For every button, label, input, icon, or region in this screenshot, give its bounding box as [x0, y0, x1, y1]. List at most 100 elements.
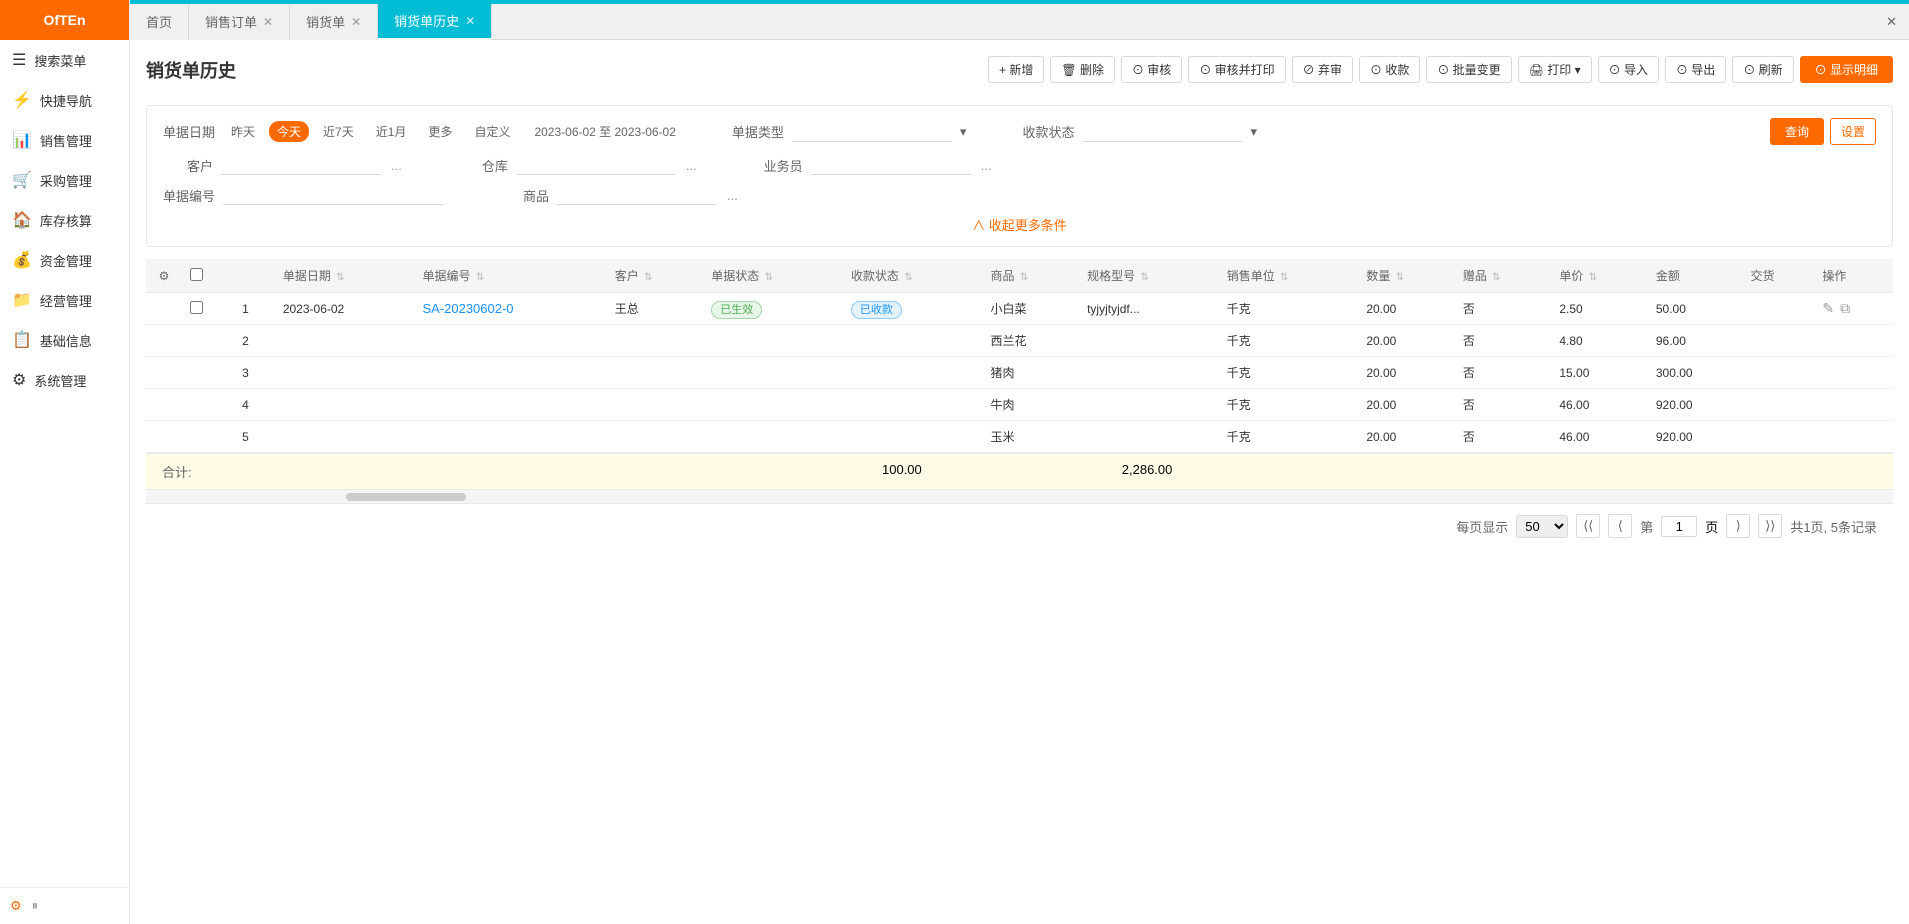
col-spec[interactable]: 规格型号 ⇅: [1079, 259, 1219, 293]
sidebar-item-finance[interactable]: 💰 资金管理: [0, 240, 129, 280]
cell-doc-no[interactable]: [414, 421, 606, 453]
cell-checkbox[interactable]: [182, 357, 234, 389]
cell-checkbox[interactable]: [182, 389, 234, 421]
import-button[interactable]: ⊙ 导入: [1598, 56, 1659, 83]
abandon-button[interactable]: ⊘ 弃审: [1292, 56, 1353, 83]
date-tag-1month[interactable]: 近1月: [368, 121, 415, 142]
tab-sales-delivery[interactable]: 销货单 ✕: [290, 4, 378, 40]
warehouse-dots[interactable]: ...: [686, 158, 697, 173]
tab-home[interactable]: 首页: [130, 4, 189, 40]
date-tag-more[interactable]: 更多: [420, 121, 460, 142]
sidebar-item-label: 经营管理: [40, 291, 92, 310]
col-doc-date[interactable]: 单据日期 ⇅: [275, 259, 415, 293]
per-page-select[interactable]: 50 100 200: [1516, 515, 1568, 538]
sidebar-item-inventory[interactable]: 🏠 库存核算: [0, 200, 129, 240]
cell-price: 46.00: [1551, 389, 1648, 421]
customer-input[interactable]: [221, 155, 381, 175]
collapse-filter-btn[interactable]: ∧ 收起更多条件: [163, 215, 1876, 234]
settings-button[interactable]: 设置: [1830, 118, 1876, 145]
col-price[interactable]: 单价 ⇅: [1551, 259, 1648, 293]
goods-dots[interactable]: ...: [727, 188, 738, 203]
salesperson-dots[interactable]: ...: [981, 158, 992, 173]
show-detail-button[interactable]: ⊙ 显示明细: [1800, 56, 1893, 83]
sidebar-item-search-menu[interactable]: ☰ 搜索菜单: [0, 40, 129, 80]
sidebar-item-basic-info[interactable]: 📋 基础信息: [0, 320, 129, 360]
goods-input[interactable]: [557, 185, 717, 205]
cell-checkbox[interactable]: [182, 325, 234, 357]
doc-no-input[interactable]: [223, 185, 443, 205]
col-doc-status[interactable]: 单据状态 ⇅: [703, 259, 843, 293]
cell-goods: 玉米: [983, 421, 1080, 453]
cell-index: 4: [234, 389, 275, 421]
copy-icon[interactable]: ⧉: [1840, 300, 1850, 317]
salesperson-input[interactable]: [811, 155, 971, 175]
sidebar-icon-1[interactable]: ⚙: [10, 898, 22, 914]
tab-sales-delivery-close[interactable]: ✕: [351, 15, 361, 29]
audit-button[interactable]: ⊙ 审核: [1121, 56, 1182, 83]
edit-icon[interactable]: ✎: [1822, 300, 1834, 317]
customer-dots[interactable]: ...: [391, 158, 402, 173]
horizontal-scrollbar[interactable]: [146, 489, 1893, 503]
col-gift[interactable]: 赠品 ⇅: [1455, 259, 1552, 293]
filter-warehouse: 仓库 ...: [458, 155, 697, 175]
prev-page-btn[interactable]: ⟨: [1608, 514, 1632, 538]
tab-sales-order[interactable]: 销售订单 ✕: [189, 4, 290, 40]
tab-sales-history[interactable]: 销货单历史 ✕: [378, 4, 492, 40]
col-unit[interactable]: 销售单位 ⇅: [1219, 259, 1359, 293]
cell-doc-no[interactable]: [414, 389, 606, 421]
filter-row-1: 单据日期 昨天 今天 近7天 近1月 更多 自定义 2023-06-02 至 2…: [163, 118, 1876, 145]
sidebar-item-system[interactable]: ⚙ 系统管理: [0, 360, 129, 400]
next-page-btn[interactable]: ⟩: [1726, 514, 1750, 538]
doc-no-link[interactable]: SA-20230602-0: [422, 301, 513, 316]
filter-area: 单据日期 昨天 今天 近7天 近1月 更多 自定义 2023-06-02 至 2…: [146, 105, 1893, 247]
sidebar-item-quick-nav[interactable]: ⚡ 快捷导航: [0, 80, 129, 120]
payment-status-input[interactable]: [1082, 122, 1242, 142]
cell-index: 1: [234, 293, 275, 325]
col-goods[interactable]: 商品 ⇅: [983, 259, 1080, 293]
cell-checkbox[interactable]: [182, 421, 234, 453]
cell-doc-no[interactable]: [414, 325, 606, 357]
cell-action: [1814, 357, 1893, 389]
warehouse-input[interactable]: [516, 155, 676, 175]
cell-action: [1814, 389, 1893, 421]
cell-doc-no[interactable]: [414, 357, 606, 389]
cell-doc-no[interactable]: SA-20230602-0: [414, 293, 606, 325]
first-page-btn[interactable]: ⟨⟨: [1576, 514, 1600, 538]
new-button[interactable]: + 新增: [988, 56, 1044, 83]
batch-change-button[interactable]: ⊙ 批量变更: [1426, 56, 1511, 83]
close-all-tabs[interactable]: ✕: [1874, 14, 1909, 30]
scrollbar-thumb[interactable]: [346, 493, 466, 501]
col-qty[interactable]: 数量 ⇅: [1358, 259, 1455, 293]
query-button[interactable]: 查询: [1770, 118, 1824, 145]
col-payment-status[interactable]: 收款状态 ⇅: [843, 259, 983, 293]
payment-status-dropdown[interactable]: ▾: [1250, 124, 1257, 140]
col-doc-no[interactable]: 单据编号 ⇅: [414, 259, 606, 293]
audit-print-button[interactable]: ⊙ 审核并打印: [1188, 56, 1285, 83]
doc-type-input[interactable]: [792, 122, 952, 142]
sales-icon: 📊: [12, 130, 32, 150]
sidebar-item-purchase-mgmt[interactable]: 🛒 采购管理: [0, 160, 129, 200]
date-tag-7days[interactable]: 近7天: [315, 121, 362, 142]
last-page-btn[interactable]: ⟩⟩: [1758, 514, 1782, 538]
date-tag-today[interactable]: 今天: [269, 121, 309, 142]
collect-button[interactable]: ⊙ 收款: [1359, 56, 1420, 83]
select-all-checkbox[interactable]: [190, 268, 203, 281]
col-customer[interactable]: 客户 ⇅: [607, 259, 704, 293]
sidebar-item-operations[interactable]: 📁 经营管理: [0, 280, 129, 320]
refresh-button[interactable]: ⊙ 刷新: [1732, 56, 1793, 83]
col-gear[interactable]: ⚙: [146, 259, 182, 293]
col-checkbox[interactable]: [182, 259, 234, 293]
date-tag-custom[interactable]: 自定义: [466, 121, 518, 142]
cell-checkbox[interactable]: [182, 293, 234, 325]
sidebar-item-sales-mgmt[interactable]: 📊 销售管理: [0, 120, 129, 160]
page-input[interactable]: 1: [1661, 516, 1697, 537]
print-button[interactable]: 🖨 打印 ▾: [1518, 56, 1592, 83]
row-checkbox[interactable]: [190, 301, 203, 314]
sidebar-icon-2[interactable]: ⏸: [32, 898, 39, 914]
date-tag-yesterday[interactable]: 昨天: [223, 121, 263, 142]
doc-type-dropdown[interactable]: ▾: [960, 124, 967, 140]
export-button[interactable]: ⊙ 导出: [1665, 56, 1726, 83]
tab-sales-history-close[interactable]: ✕: [465, 14, 475, 28]
tab-sales-order-close[interactable]: ✕: [263, 15, 273, 29]
delete-button[interactable]: 🗑 删除: [1050, 56, 1115, 83]
